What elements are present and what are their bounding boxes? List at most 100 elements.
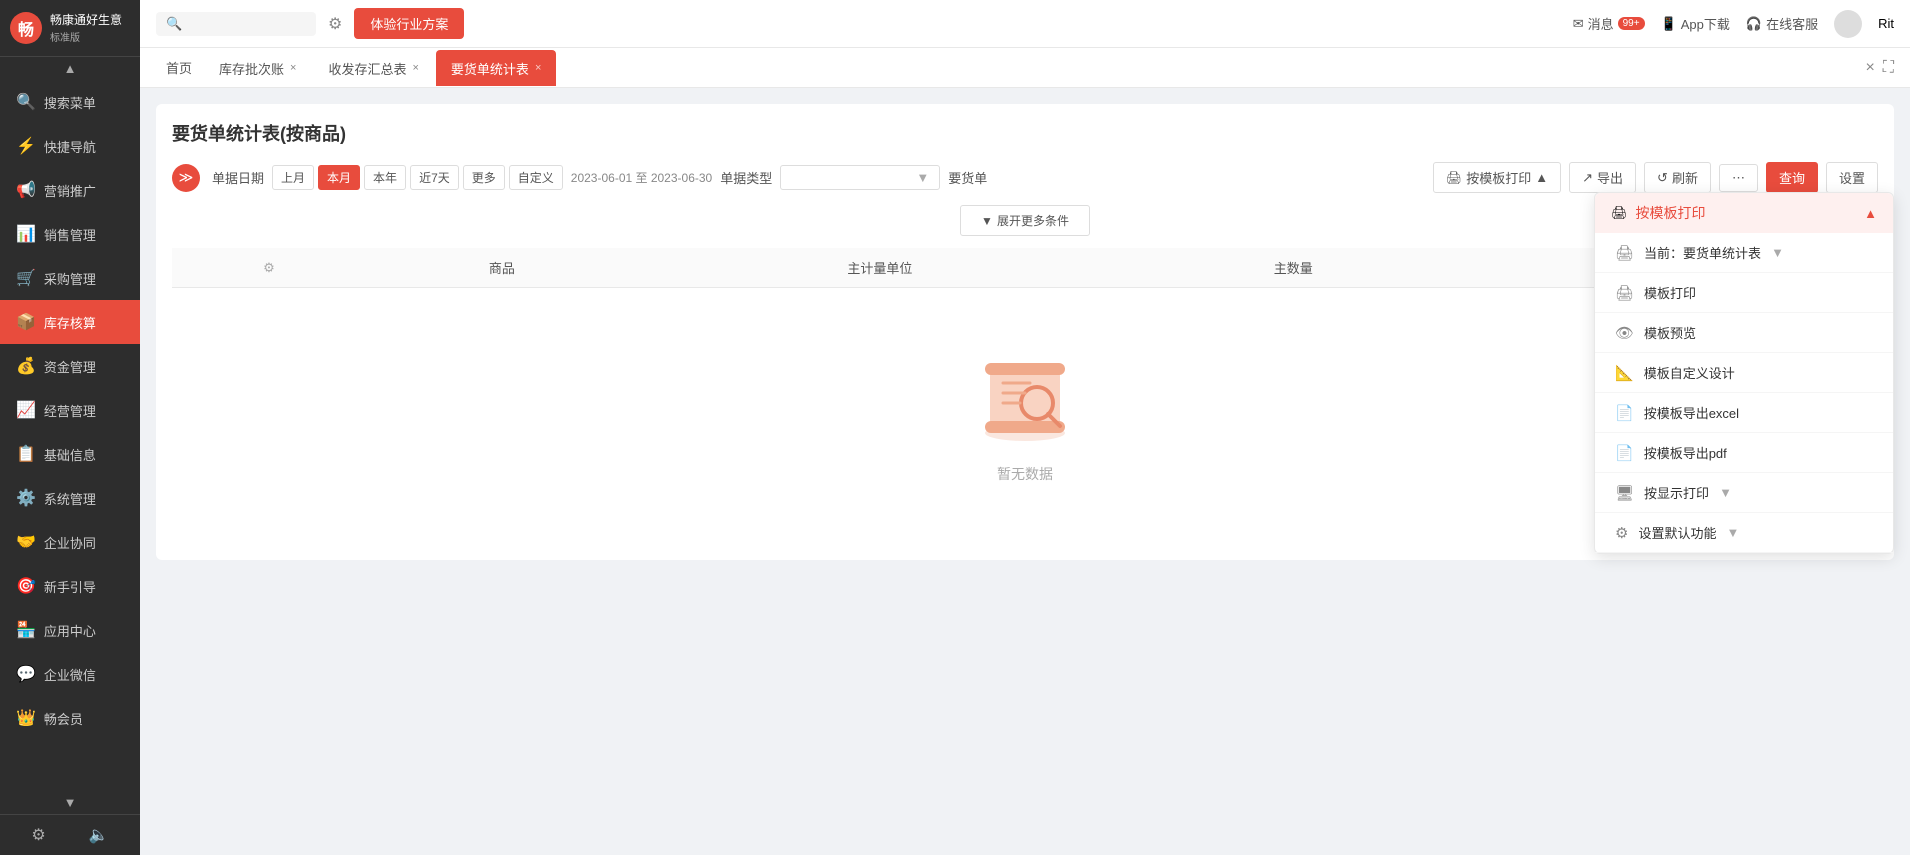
toolbar-right: 🖨 按模板打印 ▲ ↗ 导出 ↺ 刷新 ⋯ 查询 设置 [1433,162,1878,193]
sound-bottom-icon[interactable]: 🔈 [89,825,109,845]
sidebar-bottom: ⚙ 🔈 [0,814,140,855]
messages-button[interactable]: ✉ 消息 99+ [1573,14,1645,33]
newuser-nav-icon: 🎯 [16,576,36,596]
sidebar-item-purchase[interactable]: 🛒 采购管理 [0,256,140,300]
scroll-up-arrow[interactable]: ▲ [0,57,140,80]
dropdown-item-template-custom[interactable]: 📐 模板自定义设计 [1595,353,1893,393]
type-filter-label: 单据类型 [720,168,772,187]
dropdown-display-sub-arrow: ▼ [1719,485,1732,500]
maximize-icon[interactable]: ⛶ [1883,59,1894,77]
user-avatar[interactable] [1834,10,1862,38]
header-search-input[interactable] [188,17,288,31]
sidebar-item-sales[interactable]: 📊 销售管理 [0,212,140,256]
sidebar-item-label: 快捷导航 [44,137,96,156]
app-download-label: App下载 [1681,14,1730,33]
dropdown-template-print-icon: 🖨 [1615,284,1634,302]
sidebar-item-newuser[interactable]: 🎯 新手引导 [0,564,140,608]
sidebar-item-operation[interactable]: 📈 经营管理 [0,388,140,432]
dropdown-item-display-print[interactable]: 🖥 按显示打印 ▼ [1595,473,1893,513]
page-title: 要货单统计表(按商品) [172,120,1878,146]
table-settings-icon[interactable]: ⚙ [263,260,275,275]
sidebar-item-label: 基础信息 [44,445,96,464]
order-type-label: 要货单 [948,168,987,187]
online-service-button[interactable]: 🎧 在线客服 [1746,14,1818,33]
online-service-label: 在线客服 [1766,14,1818,33]
sidebar-item-system[interactable]: ⚙️ 系统管理 [0,476,140,520]
header-gear-icon[interactable]: ⚙ [328,14,342,34]
tab-order-stats[interactable]: 要货单统计表 × [436,50,556,86]
sidebar-item-basic[interactable]: 📋 基础信息 [0,432,140,476]
expand-more-conditions[interactable]: ▼ 展开更多条件 [960,205,1090,236]
sidebar: 畅 畅康通好生意 标准版 ▲ 🔍 搜索菜单 ⚡ 快捷导航 📢 营销推广 📊 销售… [0,0,140,855]
app-download-button[interactable]: 📱 App下载 [1661,14,1730,33]
date-btn-this-year[interactable]: 本年 [364,165,406,190]
date-options: 上月 本月 本年 近7天 更多 自定义 [272,165,563,190]
refresh-btn-label: 刷新 [1672,168,1698,187]
date-btn-more[interactable]: 更多 [463,165,505,190]
more-button[interactable]: ⋯ [1719,164,1758,192]
dropdown-header[interactable]: 🖨 按模板打印 ▲ [1595,193,1893,233]
date-btn-current-month[interactable]: 本月 [318,165,360,190]
print-template-button[interactable]: 🖨 按模板打印 ▲ [1433,162,1561,193]
logo-text-block: 畅康通好生意 标准版 [50,12,122,44]
sidebar-item-collab[interactable]: 🤝 企业协同 [0,520,140,564]
app-version: 标准版 [50,29,122,44]
sidebar-item-finance[interactable]: 💰 资金管理 [0,344,140,388]
member-nav-icon: 👑 [16,708,36,728]
empty-state-text: 暂无数据 [997,464,1053,484]
sidebar-item-marketing[interactable]: 📢 营销推广 [0,168,140,212]
export-button[interactable]: ↗ 导出 [1569,162,1636,193]
tab-order-stats-close-icon[interactable]: × [535,62,541,74]
dropdown-item-default-func[interactable]: ⚙ 设置默认功能 ▼ [1595,513,1893,553]
type-select-dropdown[interactable]: ▼ [780,165,940,190]
scroll-down-arrow[interactable]: ▼ [0,791,140,814]
tab-batch-close-icon[interactable]: × [290,62,296,74]
tab-batch[interactable]: 库存批次账 × [204,50,311,86]
tab-receipts-close-icon[interactable]: × [412,62,418,74]
header-right: ✉ 消息 99+ 📱 App下载 🎧 在线客服 Rit [1573,10,1894,38]
online-service-icon: 🎧 [1746,16,1762,32]
settings-bottom-icon[interactable]: ⚙ [31,825,45,845]
dropdown-item-export-excel[interactable]: 📄 按模板导出excel [1595,393,1893,433]
settings-button[interactable]: 设置 [1826,162,1878,193]
sidebar-item-inventory[interactable]: 📦 库存核算 [0,300,140,344]
dropdown-item-export-pdf[interactable]: 📄 按模板导出pdf [1595,433,1893,473]
tab-receipts[interactable]: 收发存汇总表 × [313,50,433,86]
sidebar-item-search[interactable]: 🔍 搜索菜单 [0,80,140,124]
expand-more-label: 展开更多条件 [997,212,1069,229]
sidebar-item-appstore[interactable]: 🏪 应用中心 [0,608,140,652]
dropdown-item-current[interactable]: 🖨 当前：要货单统计表 ▼ [1595,233,1893,273]
dropdown-display-print-label: 按显示打印 [1644,483,1709,502]
search-nav-icon: 🔍 [16,92,36,112]
date-btn-last-month[interactable]: 上月 [272,165,314,190]
dropdown-collapse-icon[interactable]: ▲ [1864,206,1877,221]
date-btn-custom[interactable]: 自定义 [509,165,563,190]
tabs-right: × ⛶ [1865,59,1894,77]
page-content: 要货单统计表(按商品) ≫ 单据日期 上月 本月 本年 近7天 更多 自定义 [140,88,1910,855]
dropdown-default-sub-arrow: ▼ [1726,525,1739,540]
header-search-box[interactable]: 🔍 [156,12,316,36]
top-header: 🔍 ⚙ 体验行业方案 ✉ 消息 99+ 📱 App下载 🎧 在线客服 Rit [140,0,1910,48]
query-button[interactable]: 查询 [1766,162,1818,193]
operation-nav-icon: 📈 [16,400,36,420]
dropdown-item-template-print[interactable]: 🖨 模板打印 [1595,273,1893,313]
close-tab-panel-icon[interactable]: × [1865,59,1874,77]
date-btn-last7[interactable]: 近7天 [410,165,459,190]
sidebar-item-wechat[interactable]: 💬 企业微信 [0,652,140,696]
refresh-button[interactable]: ↺ 刷新 [1644,162,1711,193]
trial-button[interactable]: 体验行业方案 [354,8,464,39]
sidebar-item-member[interactable]: 👑 畅会员 [0,696,140,740]
dropdown-default-func-icon: ⚙ [1615,524,1628,542]
dropdown-item-template-preview[interactable]: 👁 模板预览 [1595,313,1893,353]
finance-nav-icon: 💰 [16,356,36,376]
table-header-settings[interactable]: ⚙ [172,248,366,288]
sidebar-item-label: 搜索菜单 [44,93,96,112]
toolbar: ≫ 单据日期 上月 本月 本年 近7天 更多 自定义 2023-06-01 至 … [172,162,1878,193]
toolbar-expand-button[interactable]: ≫ [172,164,200,192]
sidebar-item-label: 企业协同 [44,533,96,552]
purchase-nav-icon: 🛒 [16,268,36,288]
sidebar-item-shortcut[interactable]: ⚡ 快捷导航 [0,124,140,168]
tab-home[interactable]: 首页 [156,50,202,85]
dropdown-display-print-icon: 🖥 [1615,484,1634,502]
print-icon: 🖨 [1446,170,1463,186]
